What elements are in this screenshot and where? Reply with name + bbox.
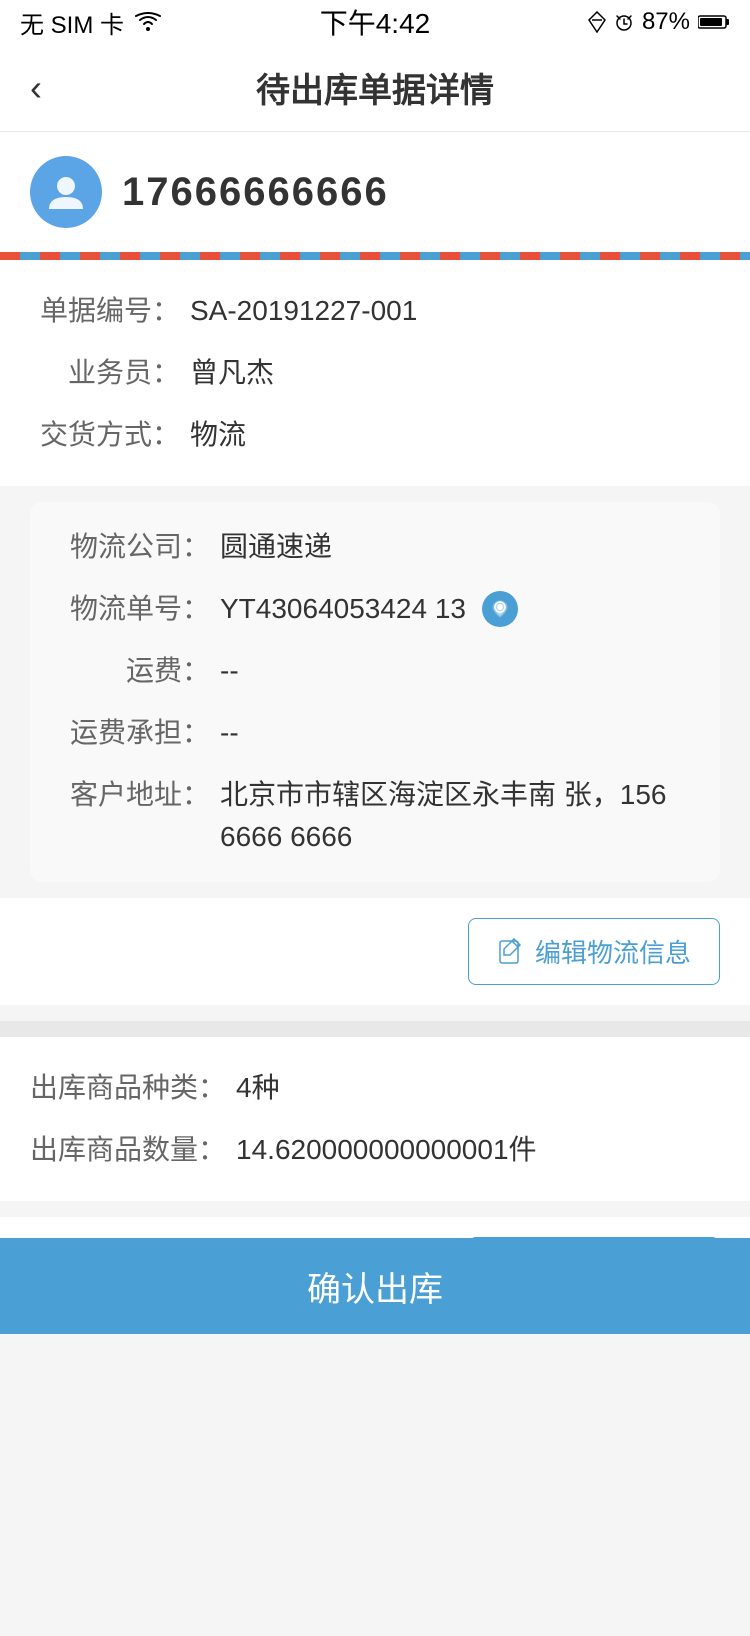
goods-quantity-value: 14.620000000000001件	[236, 1129, 720, 1171]
edit-logistics-label: 编辑物流信息	[535, 933, 691, 970]
status-right: 87%	[588, 8, 730, 36]
freight-bearer-value: --	[220, 712, 690, 754]
goods-quantity-row: 出库商品数量： 14.620000000000001件	[30, 1129, 720, 1171]
tracking-label: 物流单号：	[60, 588, 210, 630]
delivery-value: 物流	[190, 414, 720, 456]
status-left: 无 SIM 卡	[20, 5, 162, 40]
location-status-icon	[588, 11, 606, 33]
battery-icon	[698, 14, 730, 30]
nav-bar: ‹ 待出库单据详情	[0, 44, 750, 132]
status-bar: 无 SIM 卡 下午4:42 87%	[0, 0, 750, 44]
tracking-value: YT43064053424 13	[220, 588, 466, 630]
carrier-text: 无 SIM 卡	[20, 5, 124, 40]
tracking-row: 物流单号： YT43064053424 13	[60, 588, 690, 630]
user-header: 17666666666	[0, 132, 750, 252]
freight-label: 运费：	[60, 650, 210, 692]
order-number-value: SA-20191227-001	[190, 290, 720, 332]
address-label: 客户地址：	[60, 774, 210, 816]
order-number-label: 单据编号：	[30, 290, 180, 332]
goods-quantity-label: 出库商品数量：	[30, 1129, 226, 1171]
logistics-card: 物流公司： 圆通速递 物流单号： YT43064053424 13 运	[30, 502, 720, 882]
delivery-label: 交货方式：	[30, 414, 180, 456]
confirm-button[interactable]: 确认出库	[0, 1238, 750, 1334]
salesperson-value: 曾凡杰	[190, 352, 720, 394]
battery-text: 87%	[642, 8, 690, 36]
back-button[interactable]: ‹	[30, 67, 42, 109]
salesperson-label: 业务员：	[30, 352, 180, 394]
page-title: 待出库单据详情	[256, 63, 494, 112]
freight-bearer-label: 运费承担：	[60, 712, 210, 754]
goods-types-row: 出库商品种类： 4种	[30, 1067, 720, 1109]
logistics-company-value: 圆通速递	[220, 526, 690, 568]
basic-info-section: 单据编号： SA-20191227-001 业务员： 曾凡杰 交货方式： 物流	[0, 260, 750, 486]
map-pin-icon	[490, 599, 510, 619]
logistics-company-label: 物流公司：	[60, 526, 210, 568]
avatar-icon	[45, 171, 87, 213]
tracking-value-row: YT43064053424 13	[220, 588, 518, 630]
salesperson-row: 业务员： 曾凡杰	[30, 352, 720, 394]
address-row: 客户地址： 北京市市辖区海淀区永丰南 张，156 6666 6666	[60, 774, 690, 858]
freight-bearer-row: 运费承担： --	[60, 712, 690, 754]
edit-icon	[497, 938, 525, 966]
gray-spacer	[0, 1340, 750, 1540]
user-avatar	[30, 156, 102, 228]
delivery-row: 交货方式： 物流	[30, 414, 720, 456]
wifi-icon	[134, 12, 162, 32]
goods-types-value: 4种	[236, 1067, 720, 1109]
edit-btn-row: 编辑物流信息	[0, 898, 750, 1005]
status-time: 下午4:42	[320, 2, 431, 42]
order-number-row: 单据编号： SA-20191227-001	[30, 290, 720, 332]
logistics-company-row: 物流公司： 圆通速递	[60, 526, 690, 568]
goods-section: 出库商品种类： 4种 出库商品数量： 14.620000000000001件	[0, 1037, 750, 1201]
address-value: 北京市市辖区海淀区永丰南 张，156 6666 6666	[220, 774, 690, 858]
dashed-divider	[0, 252, 750, 260]
freight-value: --	[220, 650, 690, 692]
alarm-icon	[614, 11, 634, 33]
section-divider	[0, 1021, 750, 1037]
user-phone: 17666666666	[122, 170, 389, 215]
confirm-label: 确认出库	[307, 1262, 443, 1311]
edit-logistics-button[interactable]: 编辑物流信息	[468, 918, 720, 985]
goods-types-label: 出库商品种类：	[30, 1067, 226, 1109]
freight-row: 运费： --	[60, 650, 690, 692]
tracking-location-icon[interactable]	[482, 591, 518, 627]
